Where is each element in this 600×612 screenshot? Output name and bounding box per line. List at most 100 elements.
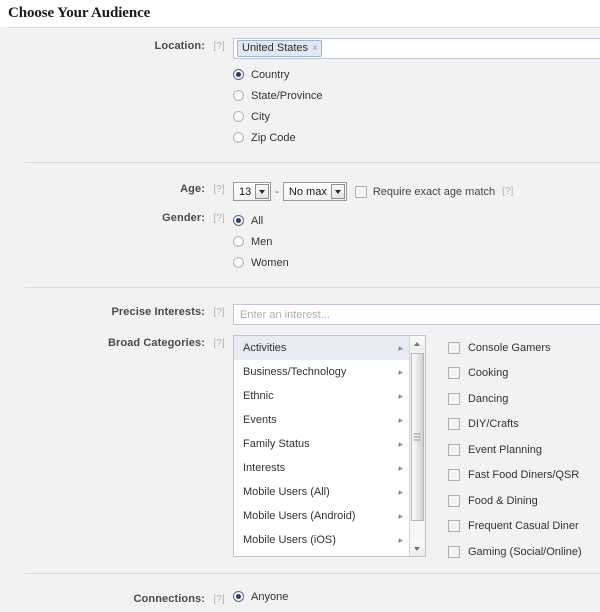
section-connections: Connections: [?] Anyone <box>0 574 600 605</box>
checkbox-icon[interactable] <box>447 545 460 558</box>
triangle-down-icon <box>414 546 421 551</box>
age-help[interactable]: [?] <box>205 181 233 195</box>
checkbox-icon[interactable] <box>447 469 460 482</box>
location-radio-zip-label: Zip Code <box>251 131 296 144</box>
broad-categories-label: Broad Categories: <box>107 337 205 349</box>
precise-interests-help[interactable]: [?] <box>205 304 233 318</box>
connections-radio-anyone[interactable]: Anyone <box>233 591 600 603</box>
gender-radio-men[interactable]: Men <box>233 231 600 252</box>
help-icon[interactable]: [?] <box>213 594 224 605</box>
checkbox-icon[interactable] <box>447 367 460 380</box>
broad-categories-scrollbar[interactable] <box>408 336 425 556</box>
list-item-label: Mobile Users (Android) <box>243 510 356 522</box>
age-row: Age: [?] 13 - No max Require exact age m… <box>0 181 600 202</box>
chevron-down-icon[interactable] <box>255 184 270 199</box>
list-item[interactable]: Events ▸ <box>234 408 409 432</box>
broad-categories-checkbox-list: Console Gamers Cooking Dancing DIY/Craft… <box>447 335 600 565</box>
location-token[interactable]: United States × <box>237 40 322 57</box>
help-icon[interactable]: [?] <box>213 307 224 318</box>
list-item-label: Family Status <box>243 438 310 450</box>
list-item[interactable]: Cooking <box>447 361 600 387</box>
list-item[interactable]: Activities ▸ <box>234 336 409 360</box>
gender-help[interactable]: [?] <box>205 210 233 224</box>
scrollbar-track[interactable] <box>410 351 425 541</box>
location-radio-zip[interactable]: Zip Code <box>233 127 600 148</box>
checkbox-icon[interactable] <box>447 418 460 431</box>
list-item[interactable]: Console Gamers <box>447 335 600 361</box>
scrollbar-thumb[interactable] <box>410 353 424 521</box>
gender-radio-men-label: Men <box>251 235 273 248</box>
broad-categories-listbox[interactable]: Activities ▸ Business/Technology ▸ Ethni… <box>233 335 426 557</box>
exact-age-match-control[interactable]: Require exact age match [?] <box>354 185 513 198</box>
gender-radio-all-label: All <box>251 214 264 227</box>
radio-icon-all[interactable] <box>233 215 244 226</box>
list-item[interactable]: Mobile Users (iOS) ▸ <box>234 528 409 552</box>
age-field: 13 - No max Require exact age match [?] <box>233 181 600 202</box>
radio-icon-city[interactable] <box>233 111 244 122</box>
help-icon[interactable]: [?] <box>213 213 224 224</box>
list-item[interactable]: Food & Dining <box>447 488 600 514</box>
location-radio-state[interactable]: State/Province <box>233 85 600 106</box>
list-item[interactable]: Interests ▸ <box>234 456 409 480</box>
broad-categories-help[interactable]: [?] <box>205 335 233 349</box>
list-item[interactable]: Ethnic ▸ <box>234 384 409 408</box>
radio-icon-women[interactable] <box>233 257 244 268</box>
chevron-down-icon[interactable] <box>330 184 345 199</box>
list-item[interactable]: Family Status ▸ <box>234 432 409 456</box>
help-icon[interactable]: [?] <box>213 338 224 349</box>
gender-radio-women-label: Women <box>251 256 289 269</box>
chevron-right-icon: ▸ <box>398 534 403 545</box>
gender-radio-all[interactable]: All <box>233 210 600 231</box>
radio-icon-country[interactable] <box>233 69 244 80</box>
list-item[interactable]: DIY/Crafts <box>447 412 600 438</box>
scroll-down-button[interactable] <box>409 541 425 556</box>
list-item-label: Activities <box>243 342 287 354</box>
radio-icon-men[interactable] <box>233 236 244 247</box>
broad-categories-items: Activities ▸ Business/Technology ▸ Ethni… <box>234 336 409 556</box>
list-item[interactable]: Gaming (Social/Online) <box>447 539 600 565</box>
chevron-right-icon: ▸ <box>398 510 403 521</box>
gender-row: Gender: [?] All Men Women <box>0 210 600 273</box>
section-interests: Precise Interests: [?] Broad Categories:… <box>0 288 600 565</box>
location-token-input[interactable]: United States × <box>233 38 600 59</box>
list-item[interactable]: Mobile Users (Other OS) ▸ <box>234 552 409 556</box>
connections-field: Anyone <box>233 591 600 603</box>
precise-interests-input[interactable] <box>233 304 600 325</box>
age-max-select[interactable]: No max <box>282 182 347 201</box>
checkbox-icon[interactable] <box>447 443 460 456</box>
list-item[interactable]: Mobile Users (Android) ▸ <box>234 504 409 528</box>
age-min-select[interactable]: 13 <box>233 182 272 201</box>
list-item-label: Events <box>243 414 277 426</box>
scroll-up-button[interactable] <box>409 336 425 351</box>
help-icon[interactable]: [?] <box>213 184 224 195</box>
age-max-value: No max <box>288 185 327 198</box>
checkbox-icon-exact-age[interactable] <box>354 185 367 198</box>
close-icon[interactable]: × <box>312 41 318 56</box>
list-item[interactable]: Fast Food Diners/QSR <box>447 463 600 489</box>
location-radio-country[interactable]: Country <box>233 64 600 85</box>
list-item[interactable]: Mobile Users (All) ▸ <box>234 480 409 504</box>
checkbox-icon[interactable] <box>447 494 460 507</box>
help-icon[interactable]: [?] <box>213 41 224 52</box>
chevron-right-icon: ▸ <box>398 438 403 449</box>
list-item[interactable]: Event Planning <box>447 437 600 463</box>
list-item[interactable]: Business/Technology ▸ <box>234 360 409 384</box>
location-radio-city[interactable]: City <box>233 106 600 127</box>
chevron-right-icon: ▸ <box>398 390 403 401</box>
list-item-label: Mobile Users (iOS) <box>243 534 336 546</box>
radio-icon-anyone[interactable] <box>233 591 244 602</box>
list-item[interactable]: Dancing <box>447 386 600 412</box>
location-help[interactable]: [?] <box>205 38 233 52</box>
list-item[interactable]: Frequent Casual Diner <box>447 514 600 540</box>
checkbox-icon[interactable] <box>447 520 460 533</box>
radio-icon-zip[interactable] <box>233 132 244 143</box>
connections-row: Connections: [?] Anyone <box>0 591 600 605</box>
radio-icon-state[interactable] <box>233 90 244 101</box>
location-field: United States × Country State/Province C… <box>233 38 600 148</box>
help-icon[interactable]: [?] <box>502 186 513 197</box>
list-item-label: Cooking <box>467 367 509 380</box>
gender-radio-women[interactable]: Women <box>233 252 600 273</box>
checkbox-icon[interactable] <box>447 341 460 354</box>
connections-help[interactable]: [?] <box>205 591 233 605</box>
checkbox-icon[interactable] <box>447 392 460 405</box>
